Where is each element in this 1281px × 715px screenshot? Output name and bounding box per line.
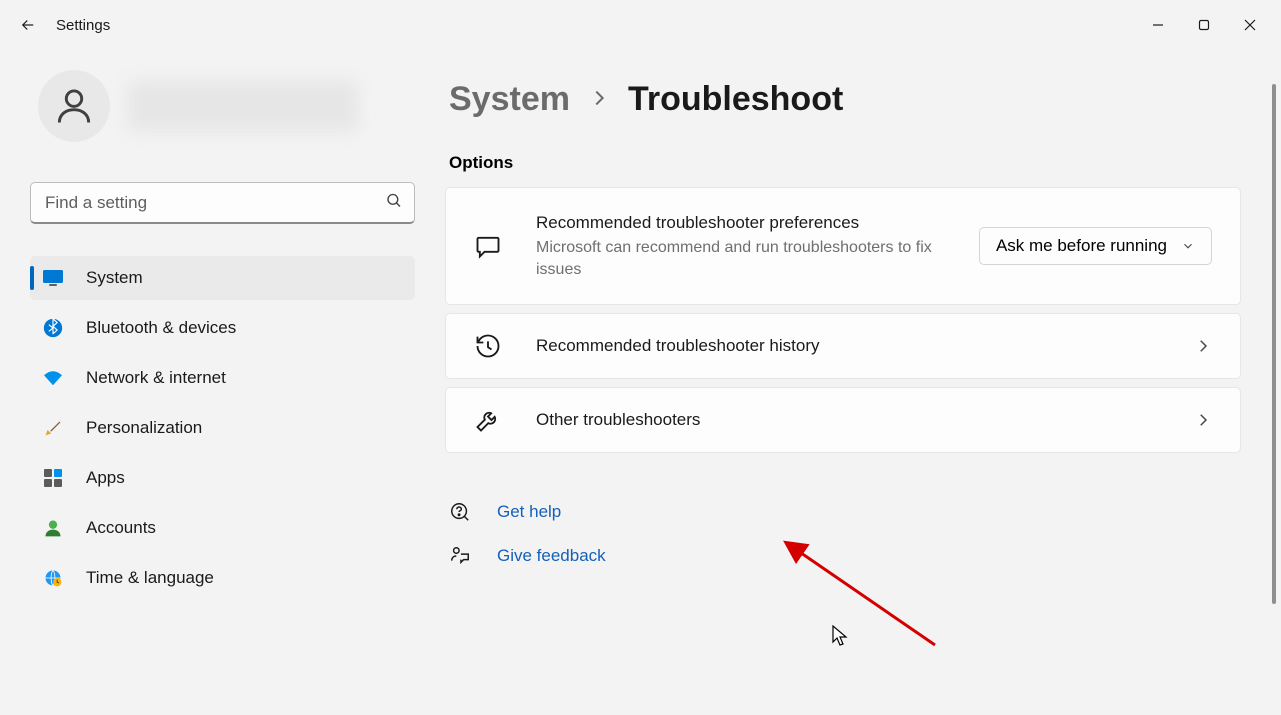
window-controls [1135,7,1273,43]
give-feedback-link[interactable]: Give feedback [449,545,1241,567]
maximize-icon [1198,19,1210,31]
card-title: Recommended troubleshooter history [536,335,1160,358]
card-troubleshooter-history[interactable]: Recommended troubleshooter history [445,313,1241,379]
sidebar-item-label: Time & language [86,568,214,588]
sidebar: System Bluetooth & devices Network & int… [0,50,445,715]
back-button[interactable] [8,5,48,45]
chat-bubble-icon [474,232,502,260]
bluetooth-icon [42,317,64,339]
wrench-icon [474,406,502,434]
main-panel: System Troubleshoot Options Recommended … [445,50,1281,715]
card-troubleshooter-preferences[interactable]: Recommended troubleshooter preferences M… [445,187,1241,305]
preferences-dropdown[interactable]: Ask me before running [979,227,1212,265]
avatar [38,70,110,142]
scrollbar[interactable] [1269,84,1279,704]
sidebar-item-label: Apps [86,468,125,488]
sidebar-item-label: Bluetooth & devices [86,318,236,338]
chevron-right-icon [1194,337,1212,355]
sidebar-item-system[interactable]: System [30,256,415,300]
profile-name-redacted [128,81,358,131]
card-other-troubleshooters[interactable]: Other troubleshooters [445,387,1241,453]
breadcrumb: System Troubleshoot [445,80,1241,119]
sidebar-item-network[interactable]: Network & internet [30,356,415,400]
minimize-button[interactable] [1135,7,1181,43]
app-title: Settings [56,17,110,34]
dropdown-value: Ask me before running [996,236,1167,256]
titlebar: Settings [0,0,1281,50]
scrollbar-thumb[interactable] [1272,84,1276,604]
close-button[interactable] [1227,7,1273,43]
arrow-left-icon [19,16,37,34]
close-icon [1244,19,1256,31]
help-link-label: Give feedback [497,546,606,566]
sidebar-item-label: Accounts [86,518,156,538]
sidebar-item-personalization[interactable]: Personalization [30,406,415,450]
search-icon [385,192,403,215]
history-icon [474,332,502,360]
account-icon [42,517,64,539]
sidebar-item-label: System [86,268,143,288]
sidebar-item-apps[interactable]: Apps [30,456,415,500]
paintbrush-icon [42,417,64,439]
sidebar-item-label: Network & internet [86,368,226,388]
feedback-icon [449,545,471,567]
wifi-icon [42,367,64,389]
nav-list: System Bluetooth & devices Network & int… [30,256,415,600]
maximize-button[interactable] [1181,7,1227,43]
sidebar-item-bluetooth[interactable]: Bluetooth & devices [30,306,415,350]
minimize-icon [1152,19,1164,31]
help-links: Get help Give feedback [445,501,1241,567]
sidebar-item-accounts[interactable]: Accounts [30,506,415,550]
globe-clock-icon [42,567,64,589]
card-title: Recommended troubleshooter preferences [536,212,945,235]
get-help-link[interactable]: Get help [449,501,1241,523]
chevron-down-icon [1181,239,1195,253]
help-link-label: Get help [497,502,561,522]
apps-icon [42,467,64,489]
help-icon [449,501,471,523]
chevron-right-icon [588,84,610,116]
card-title: Other troubleshooters [536,409,1160,432]
chevron-right-icon [1194,411,1212,429]
sidebar-item-time-language[interactable]: Time & language [30,556,415,600]
breadcrumb-current: Troubleshoot [628,80,843,119]
person-icon [52,84,96,128]
display-icon [42,267,64,289]
section-title-options: Options [445,153,1241,173]
search-input[interactable] [30,182,415,224]
card-description: Microsoft can recommend and run troubles… [536,237,945,280]
search-box[interactable] [30,182,415,224]
sidebar-item-label: Personalization [86,418,202,438]
profile-section[interactable] [30,70,415,142]
breadcrumb-parent[interactable]: System [449,80,570,119]
